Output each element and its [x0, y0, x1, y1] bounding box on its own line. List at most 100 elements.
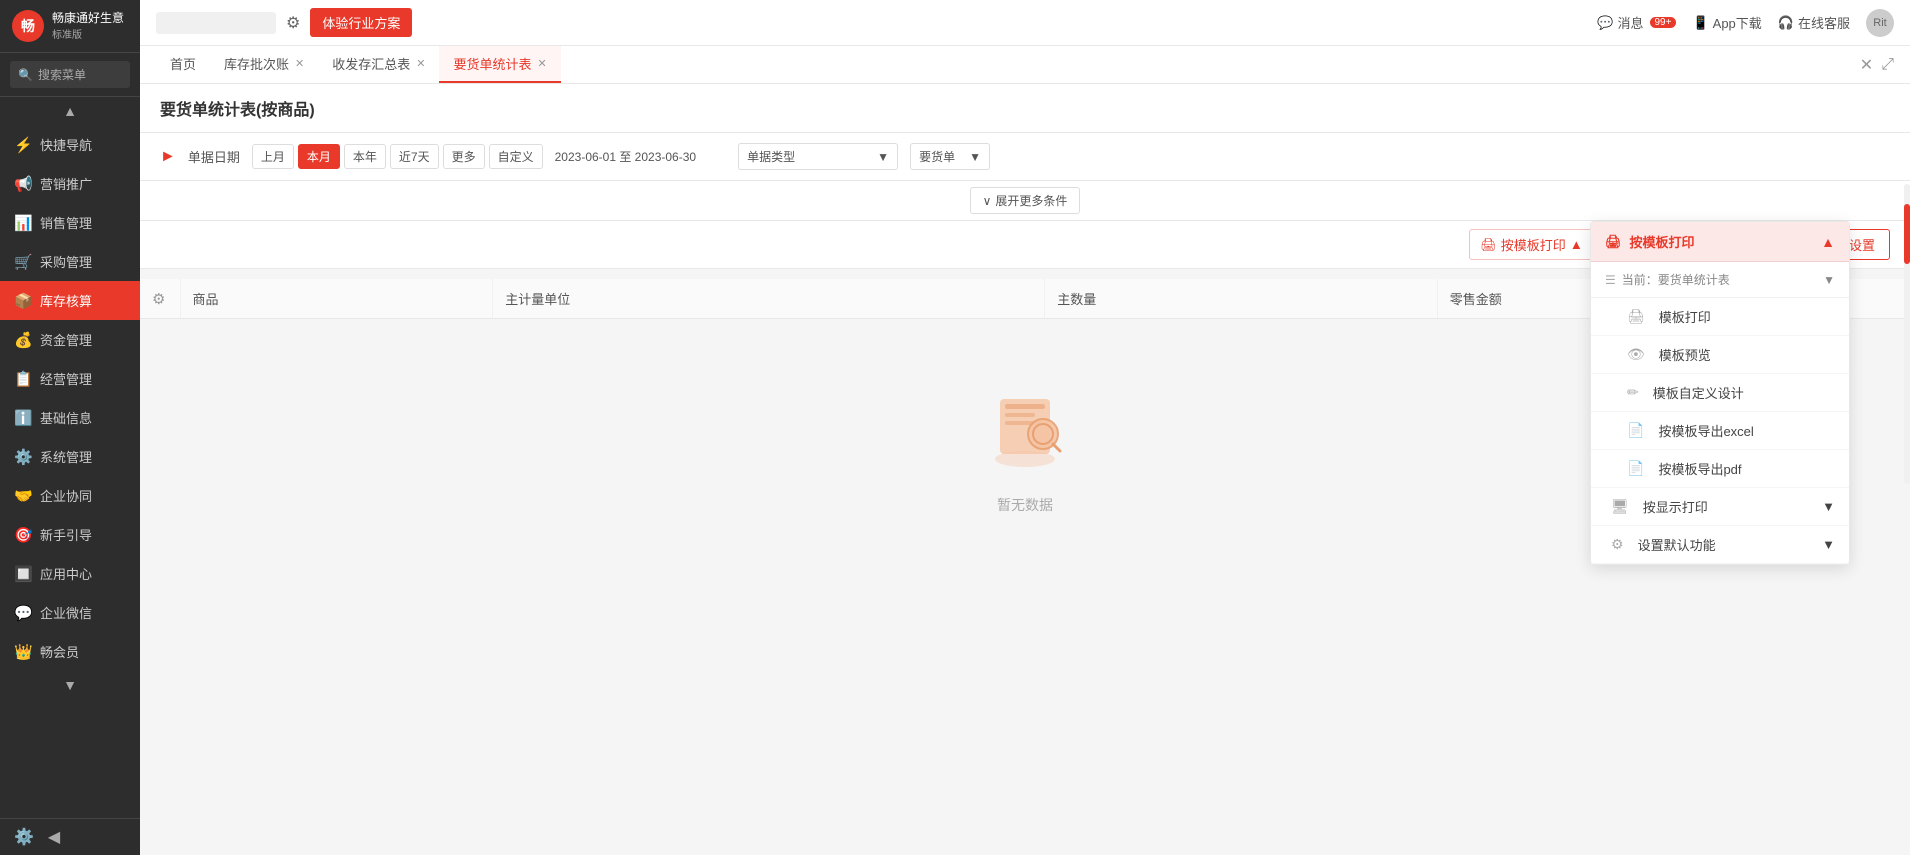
- app-download-button[interactable]: 📱 App下载: [1692, 13, 1761, 32]
- topbar-left: ⚙ 体验行业方案: [156, 8, 412, 37]
- dropdown-header[interactable]: 🖨 按模板打印 ▲: [1591, 222, 1849, 262]
- download-icon: 📱: [1692, 15, 1708, 31]
- date-btn-last-month[interactable]: 上月: [252, 144, 294, 169]
- tab-close-order-stats[interactable]: ✕: [538, 57, 547, 70]
- messages-badge: 99+: [1650, 17, 1677, 28]
- sidebar-item-operation[interactable]: 📋 经营管理: [0, 359, 140, 398]
- content-area: 要货单统计表(按商品) ► 单据日期 上月 本月 本年 近7天 更多 自定义 2…: [140, 84, 1910, 855]
- dropdown-item-template-custom[interactable]: ✏ 模板自定义设计: [1591, 374, 1849, 412]
- sidebar-item-apps[interactable]: 🔲 应用中心: [0, 554, 140, 593]
- empty-icon: [975, 379, 1075, 479]
- sidebar-search-area: 🔍 搜索菜单: [0, 53, 140, 97]
- type-select[interactable]: 单据类型 ▼: [738, 143, 898, 170]
- dropdown-item-set-default[interactable]: ⚙ 设置默认功能 ▼: [1591, 526, 1849, 564]
- tabs-bar-right: ✕ ⤢: [1860, 55, 1894, 75]
- tab-close-inventory-batch[interactable]: ✕: [295, 57, 304, 70]
- scroll-down-button[interactable]: ▼: [0, 671, 140, 699]
- dropdown-item-display-print[interactable]: 🖥 按显示打印 ▼: [1591, 488, 1849, 526]
- quicknav-icon: ⚡: [14, 136, 32, 154]
- scroll-up-button[interactable]: ▲: [0, 97, 140, 125]
- sidebar-item-sales[interactable]: 📊 销售管理: [0, 203, 140, 242]
- date-btn-7days[interactable]: 近7天: [390, 144, 439, 169]
- set-default-arrow-icon: ▼: [1822, 537, 1835, 552]
- table-col-product: 商品: [180, 279, 493, 319]
- tab-home[interactable]: 首页: [156, 46, 210, 83]
- sidebar-logo: 畅 畅康通好生意 标准版: [0, 0, 140, 53]
- print-dropdown-panel: 🖨 按模板打印 ▲ ☰ 当前：要货单统计表 ▼ 🖨 模板打印: [1590, 221, 1850, 565]
- dropdown-item-template-print[interactable]: 🖨 模板打印: [1591, 298, 1849, 336]
- tabs-bar: 首页 库存批次账 ✕ 收发存汇总表 ✕ 要货单统计表 ✕ ✕ ⤢: [140, 46, 1910, 84]
- sidebar-item-system[interactable]: ⚙️ 系统管理: [0, 437, 140, 476]
- sidebar-item-basic[interactable]: ℹ️ 基础信息: [0, 398, 140, 437]
- dropdown-item-template-preview[interactable]: 👁 模板预览: [1591, 336, 1849, 374]
- tabs-close-all-button[interactable]: ✕: [1860, 55, 1873, 75]
- sidebar-item-newbie[interactable]: 🎯 新手引导: [0, 515, 140, 554]
- export-pdf-icon: 📄: [1627, 460, 1644, 477]
- expand-more-row: ∨ 展开更多条件: [140, 181, 1910, 221]
- dropdown-current-item[interactable]: ☰ 当前：要货单统计表 ▼: [1591, 262, 1849, 298]
- dropdown-item-export-excel[interactable]: 📄 按模板导出excel: [1591, 412, 1849, 450]
- date-btn-more[interactable]: 更多: [443, 144, 485, 169]
- sidebar-item-finance[interactable]: 💰 资金管理: [0, 320, 140, 359]
- sidebar-settings-button[interactable]: ⚙️: [14, 827, 34, 847]
- current-template-icon: ☰: [1605, 273, 1616, 287]
- tab-close-receivable-summary[interactable]: ✕: [416, 57, 425, 70]
- tab-receivable-summary[interactable]: 收发存汇总表 ✕: [318, 46, 439, 83]
- purchase-icon: 🛒: [14, 253, 32, 271]
- cargo-select[interactable]: 要货单 ▼: [910, 143, 990, 170]
- sidebar-nav: ▲ ⚡ 快捷导航 📢 营销推广 📊 销售管理 🛒 采购管理 📦 库存核算 💰 资…: [0, 97, 140, 818]
- print-dropdown-arrow-icon: ▲: [1570, 237, 1583, 252]
- sales-icon: 📊: [14, 214, 32, 232]
- inventory-icon: 📦: [14, 292, 32, 310]
- page-title: 要货单统计表(按商品): [160, 96, 1890, 120]
- select-arrow-icon: ▼: [877, 150, 889, 164]
- search-menu-button[interactable]: 🔍 搜索菜单: [10, 61, 130, 88]
- logo-icon: 畅: [12, 10, 44, 42]
- display-print-icon: 🖥: [1611, 498, 1629, 515]
- sidebar-item-marketing[interactable]: 📢 营销推广: [0, 164, 140, 203]
- finance-icon: 💰: [14, 331, 32, 349]
- topbar-search-input[interactable]: [156, 12, 276, 34]
- date-range-display: 2023-06-01 至 2023-06-30: [555, 148, 696, 165]
- filter-expand-button[interactable]: ►: [160, 148, 176, 166]
- dropdown-close-arrow[interactable]: ▲: [1821, 234, 1835, 250]
- table-col-settings: ⚙: [140, 279, 180, 319]
- online-service-button[interactable]: 🎧 在线客服: [1778, 13, 1850, 32]
- print-icon: 🖨: [1480, 237, 1497, 253]
- display-print-arrow-icon: ▼: [1822, 499, 1835, 514]
- operation-icon: 📋: [14, 370, 32, 388]
- sidebar-bottom: ⚙️ ◀: [0, 818, 140, 855]
- tabs-expand-button[interactable]: ⤢: [1881, 56, 1894, 74]
- sidebar-item-collab[interactable]: 🤝 企业协同: [0, 476, 140, 515]
- sidebar-collapse-button[interactable]: ◀: [48, 827, 60, 847]
- topbar-gear-button[interactable]: ⚙: [286, 13, 300, 33]
- sidebar-item-wxwork[interactable]: 💬 企业微信: [0, 593, 140, 632]
- tab-order-stats[interactable]: 要货单统计表 ✕: [439, 46, 560, 83]
- toolbar: 🖨 按模板打印 ▲ ↑ 导出 ↻ 刷新 ... 查询 设置 🖨: [140, 221, 1910, 269]
- dropdown-item-export-pdf[interactable]: 📄 按模板导出pdf: [1591, 450, 1849, 488]
- basic-icon: ℹ️: [14, 409, 32, 427]
- messages-button[interactable]: 💬 消息 99+: [1597, 13, 1676, 32]
- empty-state-label: 暂无数据: [997, 495, 1053, 515]
- cargo-select-arrow-icon: ▼: [969, 150, 981, 164]
- sidebar-item-member[interactable]: 👑 畅会员: [0, 632, 140, 671]
- user-avatar[interactable]: Rit: [1866, 9, 1894, 37]
- member-icon: 👑: [14, 643, 32, 661]
- sidebar-item-quicknav[interactable]: ⚡ 快捷导航: [0, 125, 140, 164]
- date-btn-this-year[interactable]: 本年: [344, 144, 386, 169]
- print-template-button[interactable]: 🖨 按模板打印 ▲: [1469, 229, 1593, 260]
- set-default-icon: ⚙: [1611, 536, 1624, 553]
- current-arrow-icon: ▼: [1823, 273, 1835, 287]
- logo-sub: 标准版: [52, 26, 124, 41]
- apps-icon: 🔲: [14, 565, 32, 583]
- expand-more-button[interactable]: ∨ 展开更多条件: [970, 187, 1081, 214]
- sidebar-item-purchase[interactable]: 🛒 采购管理: [0, 242, 140, 281]
- sidebar-item-inventory[interactable]: 📦 库存核算: [0, 281, 140, 320]
- trial-button[interactable]: 体验行业方案: [310, 8, 412, 37]
- date-btn-this-month[interactable]: 本月: [298, 144, 340, 169]
- table-settings-button[interactable]: ⚙: [152, 290, 165, 308]
- tab-inventory-batch[interactable]: 库存批次账 ✕: [210, 46, 318, 83]
- date-btn-custom[interactable]: 自定义: [489, 144, 543, 169]
- table-col-unit: 主计量单位: [493, 279, 1045, 319]
- scrollbar-right[interactable]: [1904, 184, 1910, 484]
